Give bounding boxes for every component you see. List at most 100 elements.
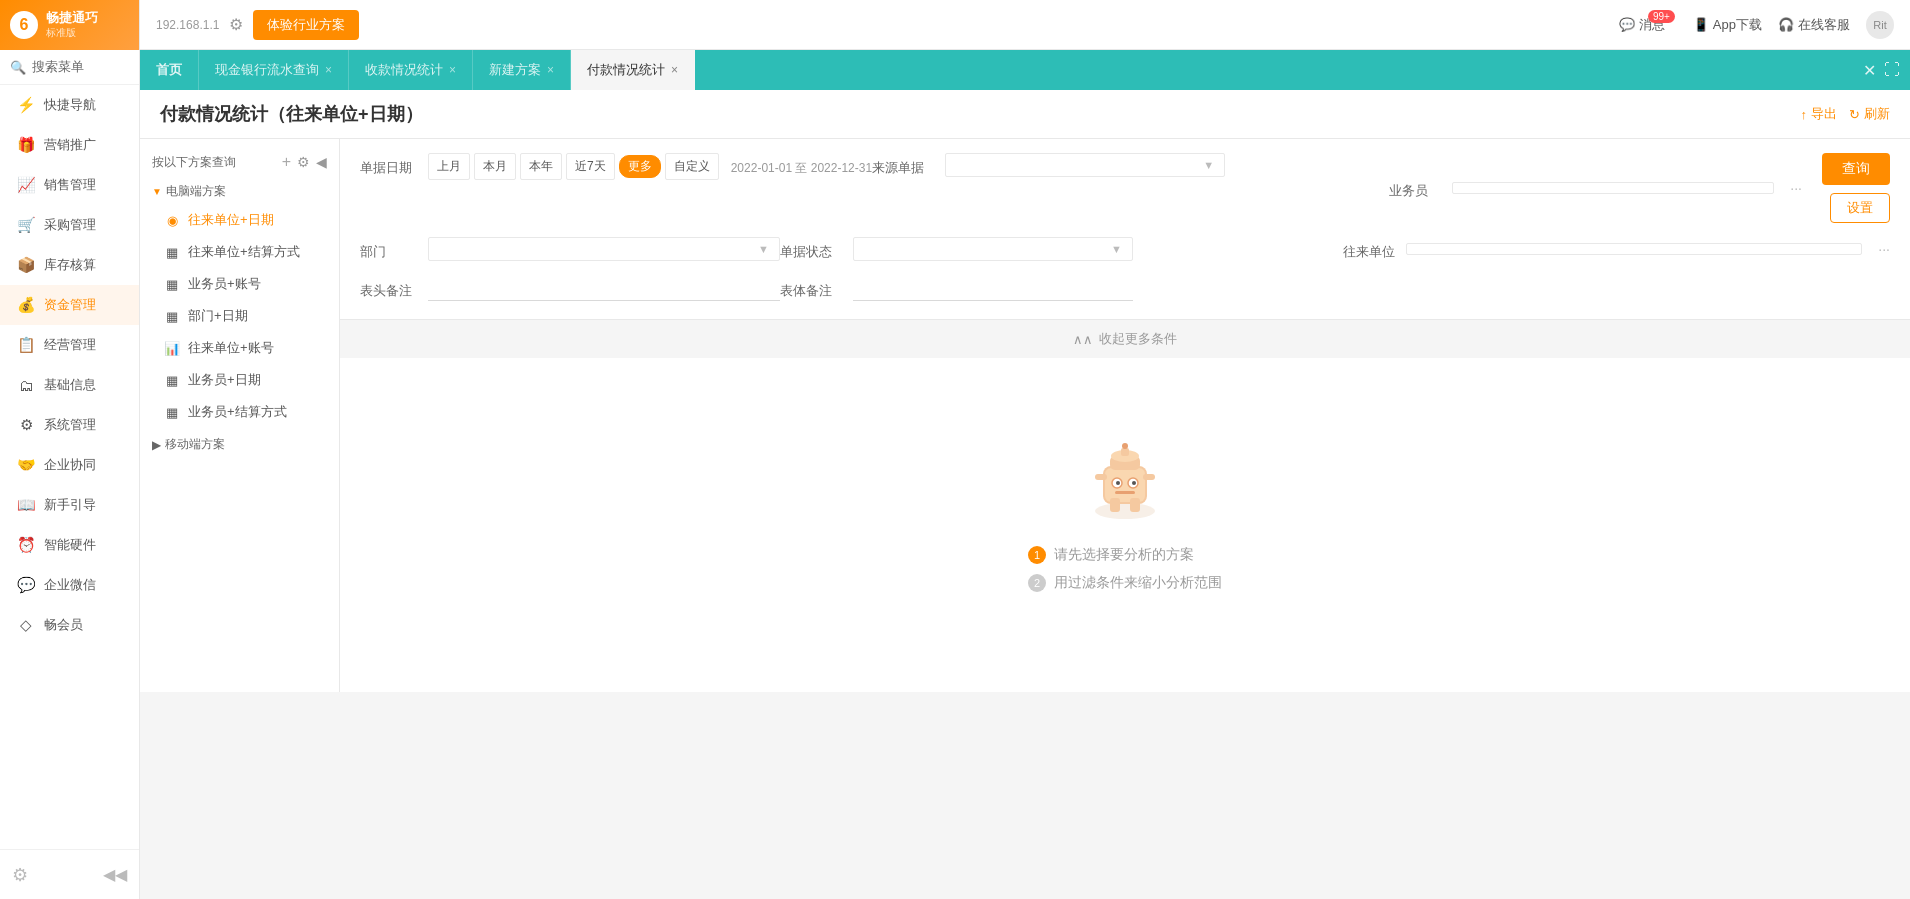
sidebar-item-operations[interactable]: 📋 经营管理 xyxy=(0,325,139,365)
desktop-group-title[interactable]: ▼ 电脑端方案 xyxy=(140,179,339,204)
scheme-icon-6: ▦ xyxy=(164,404,180,420)
salesperson-more-btn[interactable]: ··· xyxy=(1790,180,1802,196)
sidebar-item-basic[interactable]: 🗂 基础信息 xyxy=(0,365,139,405)
scheme-icon-0: ◉ xyxy=(164,212,180,228)
scheme-item-dept-date[interactable]: ▦ 部门+日期 xyxy=(140,300,339,332)
search-menu[interactable]: 🔍 搜索菜单 xyxy=(0,50,139,85)
scheme-item-unit-settle[interactable]: ▦ 往来单位+结算方式 xyxy=(140,236,339,268)
scheme-panel-label: 按以下方案查询 xyxy=(152,154,236,171)
doc-status-arrow: ▼ xyxy=(1111,243,1122,255)
this-year-btn[interactable]: 本年 xyxy=(520,153,562,180)
scheme-icon-4: 📊 xyxy=(164,340,180,356)
dept-select[interactable]: ▼ xyxy=(428,237,780,261)
filter-row-1: 单据日期 上月 本月 本年 近7天 更多 自定义 xyxy=(360,153,1890,223)
sidebar-item-finance[interactable]: 💰 资金管理 xyxy=(0,285,139,325)
tab-collection-stats[interactable]: 收款情况统计 × xyxy=(349,50,473,90)
sidebar-item-quick-nav[interactable]: ⚡ 快捷导航 xyxy=(0,85,139,125)
last-month-btn[interactable]: 上月 xyxy=(428,153,470,180)
maximize-btn[interactable]: ⛶ xyxy=(1884,61,1900,79)
marketing-icon: 🎁 xyxy=(16,135,36,155)
sidebar-item-inventory[interactable]: 📦 库存核算 xyxy=(0,245,139,285)
sidebar: 6 畅捷通巧 标准版 🔍 搜索菜单 ⚡ 快捷导航 🎁 营销推广 📈 销售管理 🛒… xyxy=(0,0,140,899)
filter-panel: 按以下方案查询 + ⚙ ◀ ▼ 电脑端方案 ◉ 往来单位+日期 ▦ xyxy=(140,139,1910,692)
topbar-settings-icon[interactable]: ⚙ xyxy=(229,15,243,34)
refresh-btn[interactable]: ↻ 刷新 xyxy=(1849,105,1890,123)
scheme-item-staff-settle[interactable]: ▦ 业务员+结算方式 xyxy=(140,396,339,428)
scheme-collapse-btn[interactable]: ◀ xyxy=(316,154,327,170)
svg-rect-2 xyxy=(1105,468,1145,502)
scheme-item-unit-account[interactable]: 📊 往来单位+账号 xyxy=(140,332,339,364)
salesperson-select[interactable] xyxy=(1452,182,1774,194)
source-doc-select[interactable]: ▼ xyxy=(945,153,1225,177)
sidebar-item-enterprise[interactable]: 🤝 企业协同 xyxy=(0,445,139,485)
tab-close-payment[interactable]: × xyxy=(671,63,678,77)
sidebar-item-wechat[interactable]: 💬 企业微信 xyxy=(0,565,139,605)
sidebar-item-sales[interactable]: 📈 销售管理 xyxy=(0,165,139,205)
sidebar-item-guide[interactable]: 📖 新手引导 xyxy=(0,485,139,525)
doc-status-select[interactable]: ▼ xyxy=(853,237,1133,261)
svg-rect-3 xyxy=(1095,474,1107,480)
sidebar-item-marketing[interactable]: 🎁 营销推广 xyxy=(0,125,139,165)
tab-close-collection[interactable]: × xyxy=(449,63,456,77)
mobile-group-arrow: ▶ xyxy=(152,438,161,452)
tab-close-cash-flow[interactable]: × xyxy=(325,63,332,77)
sidebar-item-system[interactable]: ⚙ 系统管理 xyxy=(0,405,139,445)
collapse-more-btn[interactable]: ∧∧ 收起更多条件 xyxy=(340,319,1910,358)
scheme-icon-2: ▦ xyxy=(164,276,180,292)
refresh-icon: ↻ xyxy=(1849,107,1860,122)
collapse-sidebar-icon[interactable]: ◀◀ xyxy=(103,865,127,884)
page-title: 付款情况统计（往来单位+日期） xyxy=(160,102,423,126)
filter-settings-btn[interactable]: 设置 xyxy=(1830,193,1890,223)
tab-cash-flow[interactable]: 现金银行流水查询 × xyxy=(199,50,349,90)
sidebar-footer: ⚙ ◀◀ xyxy=(0,849,139,899)
partner-select[interactable] xyxy=(1406,243,1862,255)
sidebar-item-member[interactable]: ◇ 畅会员 xyxy=(0,605,139,645)
logo-sub: 标准版 xyxy=(46,26,98,40)
partner-more-btn[interactable]: ··· xyxy=(1878,241,1890,257)
guide-icon: 📖 xyxy=(16,495,36,515)
more-dates-btn[interactable]: 更多 xyxy=(619,155,661,178)
scheme-icon-3: ▦ xyxy=(164,308,180,324)
tab-payment-stats[interactable]: 付款情况统计 × xyxy=(571,50,695,90)
enterprise-icon: 🤝 xyxy=(16,455,36,475)
svg-point-0 xyxy=(1095,503,1155,519)
mobile-group-title[interactable]: ▶ 移动端方案 xyxy=(140,428,339,457)
avatar[interactable]: Rit xyxy=(1866,11,1894,39)
scheme-settings-icon[interactable]: ⚙ xyxy=(297,154,310,170)
content-area: 付款情况统计（往来单位+日期） ↑ 导出 ↻ 刷新 按以下方案查询 + xyxy=(140,90,1910,899)
add-scheme-btn[interactable]: + xyxy=(282,153,291,171)
collapse-arrow-icon: ∧∧ xyxy=(1073,332,1093,347)
header-note-input[interactable] xyxy=(428,275,780,301)
server-address: 192.168.1.1 xyxy=(156,18,219,32)
basic-icon: 🗂 xyxy=(16,375,36,395)
scheme-item-staff-account[interactable]: ▦ 业务员+账号 xyxy=(140,268,339,300)
body-note-input[interactable] xyxy=(853,275,1133,301)
tab-home[interactable]: 首页 xyxy=(140,50,199,90)
trial-btn[interactable]: 体验行业方案 xyxy=(253,10,359,40)
query-btn[interactable]: 查询 xyxy=(1822,153,1890,185)
svg-rect-14 xyxy=(1121,448,1129,456)
scheme-panel: 按以下方案查询 + ⚙ ◀ ▼ 电脑端方案 ◉ 往来单位+日期 ▦ xyxy=(140,139,340,692)
sidebar-item-purchase[interactable]: 🛒 采购管理 xyxy=(0,205,139,245)
sidebar-item-hardware[interactable]: ⏰ 智能硬件 xyxy=(0,525,139,565)
tab-close-new-plan[interactable]: × xyxy=(547,63,554,77)
export-btn[interactable]: ↑ 导出 xyxy=(1801,105,1838,123)
empty-state: 1 请先选择要分析的方案 2 用过滤条件来缩小分析范围 xyxy=(340,366,1910,692)
settings-icon[interactable]: ⚙ xyxy=(12,864,28,886)
this-month-btn[interactable]: 本月 xyxy=(474,153,516,180)
app-download-btn[interactable]: 📱 App下载 xyxy=(1693,16,1762,34)
scheme-icon-1: ▦ xyxy=(164,244,180,260)
online-service-btn[interactable]: 🎧 在线客服 xyxy=(1778,16,1850,34)
scheme-item-unit-date[interactable]: ◉ 往来单位+日期 xyxy=(140,204,339,236)
last-7days-btn[interactable]: 近7天 xyxy=(566,153,615,180)
service-icon: 🎧 xyxy=(1778,17,1794,32)
salesperson-label: 业务员 xyxy=(1389,176,1444,200)
scheme-item-staff-date[interactable]: ▦ 业务员+日期 xyxy=(140,364,339,396)
close-all-tabs-btn[interactable]: ✕ xyxy=(1863,61,1876,80)
custom-date-btn[interactable]: 自定义 xyxy=(665,153,719,180)
message-btn[interactable]: 💬 消息 99+ xyxy=(1619,16,1665,34)
desktop-group-arrow: ▼ xyxy=(152,186,162,197)
date-range-display: 2022-01-01 至 2022-12-31 xyxy=(731,161,872,175)
sidebar-nav: ⚡ 快捷导航 🎁 营销推广 📈 销售管理 🛒 采购管理 📦 库存核算 💰 资金管… xyxy=(0,85,139,849)
tab-new-plan[interactable]: 新建方案 × xyxy=(473,50,571,90)
